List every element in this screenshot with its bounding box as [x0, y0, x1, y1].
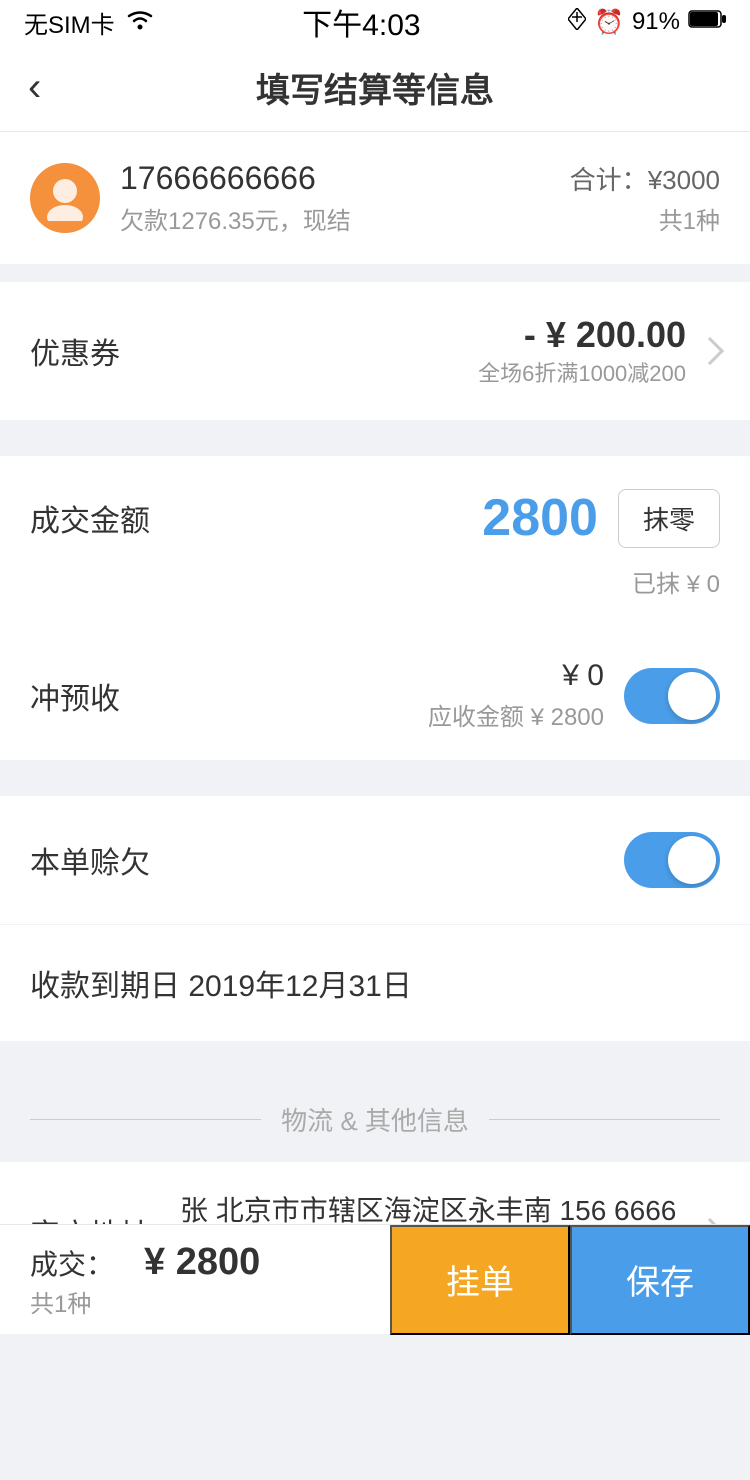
avatar: [30, 163, 100, 233]
battery-text: 91%: [632, 8, 680, 36]
battery-icon: [688, 8, 726, 36]
bottom-deal-label: 成交：¥ 2800: [30, 1241, 360, 1284]
amount-label: 成交金额: [30, 496, 150, 540]
prepay-row: 冲预收 ¥ 0 应收金额 ¥ 2800: [0, 631, 750, 760]
prepay-toggle[interactable]: [624, 668, 720, 724]
customer-sub: 欠款1276.35元，现结: [120, 201, 351, 236]
customer-total: 合计：¥3000 共1种: [570, 160, 720, 236]
separator-3: [0, 1059, 750, 1077]
status-time: 下午4:03: [302, 0, 420, 44]
amount-value-group: 2800 抹零: [482, 488, 720, 548]
status-left: 无SIM卡: [24, 5, 155, 40]
already-offset: 已抹 ¥ 0: [30, 564, 720, 599]
coupon-desc: 全场6折满1000减200: [478, 356, 686, 388]
location-icon: [568, 8, 586, 37]
status-right: ⏰ 91%: [568, 8, 726, 37]
amount-number: 2800: [482, 488, 598, 548]
prepay-receivable: 应收金额 ¥ 2800: [428, 697, 604, 732]
debt-toggle-knob: [668, 836, 716, 884]
prepay-label: 冲预收: [30, 674, 120, 718]
prepay-amount: ¥ 0: [428, 659, 604, 693]
coupon-row[interactable]: 优惠券 - ¥ 200.00 全场6折满1000减200: [0, 282, 750, 420]
amount-row: 成交金额 2800 抹零: [30, 488, 720, 548]
alarm-icon: ⏰: [594, 8, 624, 37]
back-button[interactable]: ‹: [28, 65, 41, 110]
customer-phone: 17666666666: [120, 160, 351, 197]
total-amount-value: ¥3000: [648, 165, 720, 195]
chevron-right-icon: [696, 337, 724, 365]
page-title: 填写结算等信息: [256, 63, 494, 112]
bottom-deal-amount: ¥ 2800: [114, 1241, 290, 1283]
wifi-icon: [125, 8, 155, 37]
customer-left: 17666666666 欠款1276.35元，现结: [30, 160, 351, 236]
prepay-right: ¥ 0 应收金额 ¥ 2800: [428, 659, 720, 732]
coupon-label: 优惠券: [30, 329, 120, 373]
debt-row: 本单赊欠: [0, 796, 750, 924]
divider-line-right: [489, 1119, 720, 1120]
duedate-row: 收款到期日 2019年12月31日: [0, 924, 750, 1041]
status-bar: 无SIM卡 下午4:03 ⏰ 91%: [0, 0, 750, 44]
logistics-divider-text: 物流 & 其他信息: [281, 1101, 469, 1138]
nav-bar: ‹ 填写结算等信息: [0, 44, 750, 132]
coupon-amount: - ¥ 200.00: [478, 314, 686, 356]
hang-button[interactable]: 挂单: [390, 1225, 570, 1335]
save-button[interactable]: 保存: [570, 1225, 750, 1335]
deal-label-text: 成交：: [30, 1249, 114, 1280]
bottom-deal-count: 共1种: [30, 1284, 360, 1319]
duedate-label: 收款到期日: [30, 970, 180, 1003]
bottom-summary: 成交：¥ 2800 共1种: [0, 1241, 390, 1319]
toggle-knob: [668, 672, 716, 720]
bottom-bar: 成交：¥ 2800 共1种 挂单 保存: [0, 1224, 750, 1334]
coupon-value-group: - ¥ 200.00 全场6折满1000减200: [478, 314, 686, 388]
total-count: 共1种: [570, 201, 720, 236]
separator-1: [0, 438, 750, 456]
total-label-text: 合计：¥3000: [570, 160, 720, 197]
prepay-value-group: ¥ 0 应收金额 ¥ 2800: [428, 659, 604, 732]
debt-toggle[interactable]: [624, 832, 720, 888]
coupon-right: - ¥ 200.00 全场6折满1000减200: [478, 314, 720, 388]
customer-info-row: 17666666666 欠款1276.35元，现结 合计：¥3000 共1种: [0, 132, 750, 264]
logistics-divider: 物流 & 其他信息: [0, 1077, 750, 1162]
duedate-value: 2019年12月31日: [188, 970, 411, 1003]
debt-label: 本单赊欠: [30, 838, 150, 882]
separator-2: [0, 778, 750, 796]
round-button[interactable]: 抹零: [618, 489, 720, 548]
sim-status: 无SIM卡: [24, 5, 115, 40]
amount-section: 成交金额 2800 抹零 已抹 ¥ 0: [0, 456, 750, 631]
divider-line-left: [30, 1119, 261, 1120]
customer-details: 17666666666 欠款1276.35元，现结: [120, 160, 351, 236]
